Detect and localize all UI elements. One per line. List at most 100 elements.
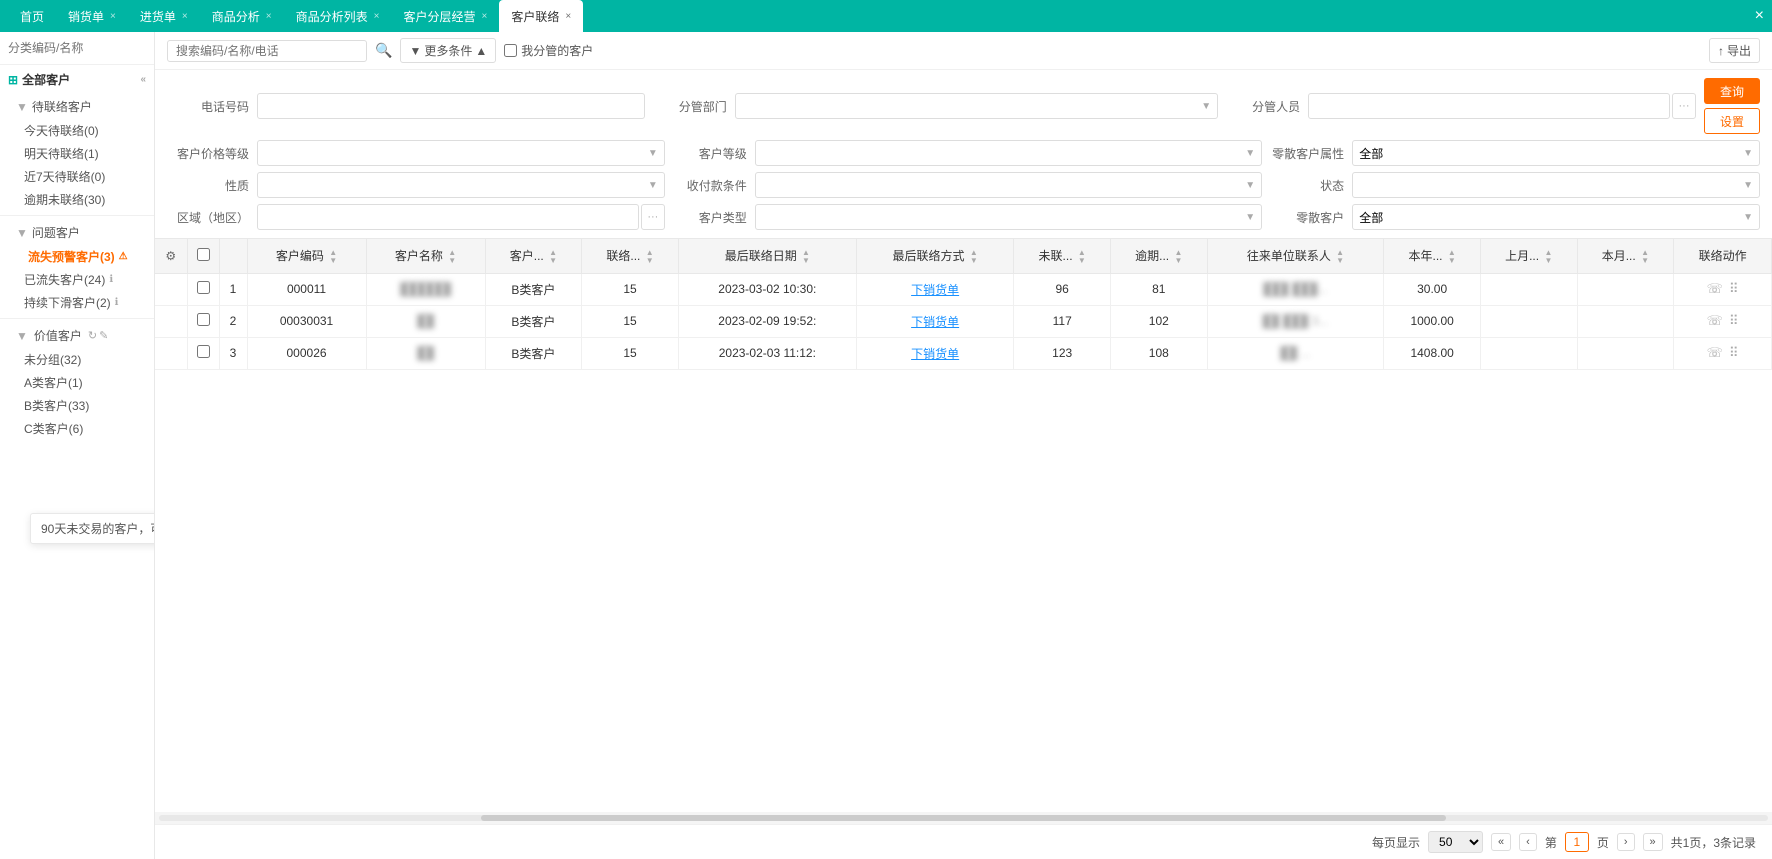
sidebar-search-input[interactable] [8,41,155,55]
sidebar-item-tomorrow[interactable]: 明天待联络(1) [0,142,154,165]
row-last-method-1[interactable]: 下销货单 [856,305,1014,337]
contact-action-icon-2[interactable]: ☏ [1707,345,1723,361]
filter-input-phone[interactable] [257,93,645,119]
more-action-icon-2[interactable]: ⠿ [1729,345,1739,361]
col-code-header[interactable]: 客户编码 ▲▼ [247,239,366,273]
col-this-year-header[interactable]: 本年... ▲▼ [1384,239,1481,273]
last-method-link-1[interactable]: 下销货单 [911,315,959,329]
col-name-header[interactable]: 客户名称 ▲▼ [366,239,485,273]
edit-icon[interactable]: ✎ [99,329,108,342]
tab-customer-tier-close[interactable]: × [481,11,487,22]
export-icon: ↑ [1718,44,1724,58]
tab-purchase-close[interactable]: × [182,11,188,22]
filter-select-customer-type[interactable]: ▼ [755,204,1262,230]
contact-action-icon-1[interactable]: ☏ [1707,313,1723,329]
filter-select-dept[interactable]: ▼ [735,93,1218,119]
region-more-btn[interactable]: ··· [641,204,665,230]
col-checkbox[interactable] [187,239,219,273]
col-last-month-header[interactable]: 上月... ▲▼ [1480,239,1577,273]
filter-select-price-tier[interactable]: ▼ [257,140,665,166]
tab-home[interactable]: 首页 [8,0,56,32]
query-btn[interactable]: 查询 [1704,78,1760,104]
row-check-0[interactable] [197,281,210,294]
contact-action-icon-0[interactable]: ☏ [1707,281,1723,297]
filter-select-region[interactable] [257,204,639,230]
my-customers-checkbox[interactable] [504,44,517,57]
row-last-method-2[interactable]: 下销货单 [856,337,1014,369]
scrollbar-thumb[interactable] [481,815,1446,821]
close-all-btn[interactable]: × [1755,7,1764,25]
sidebar-group-problem[interactable]: ▼ 问题客户 [0,220,154,245]
sparse-attr-value: 全部 [1359,145,1383,162]
filter-select-sparse-attr[interactable]: 全部 ▼ [1352,140,1760,166]
sidebar-item-unsorted[interactable]: 未分组(32) [0,348,154,371]
sidebar-collapse-btn[interactable]: « [140,74,146,85]
sidebar-group-value[interactable]: ▼ 价值客户 ↻ ✎ [0,323,154,348]
horizontal-scrollbar[interactable] [155,812,1772,824]
sidebar-item-lost[interactable]: 已流失客户(24) ℹ [0,268,154,291]
sidebar-item-7days[interactable]: 近7天待联络(0) [0,165,154,188]
col-contact-header[interactable]: 联络... ▲▼ [582,239,679,273]
more-action-icon-0[interactable]: ⠿ [1729,281,1739,297]
col-uncontact-header[interactable]: 未联... ▲▼ [1014,239,1111,273]
sidebar-item-today[interactable]: 今天待联络(0) [0,119,154,142]
row-check-1[interactable] [197,313,210,326]
sidebar-item-overdue[interactable]: 逾期未联络(30) [0,188,154,211]
per-page-select[interactable]: 50 100 200 [1428,831,1483,853]
last-page-btn[interactable]: » [1643,833,1663,851]
sidebar-item-b-class[interactable]: B类客户(33) [0,394,154,417]
tab-analysis-list[interactable]: 商品分析列表 × [284,0,392,32]
sidebar-item-decline[interactable]: 持续下滑客户(2) ℹ [0,291,154,314]
filter-select-sparse-customer[interactable]: 全部 ▼ [1352,204,1760,230]
all-customers-header[interactable]: ⊞ 全部客户 « [0,65,154,94]
search-input[interactable] [167,40,367,62]
tab-analysis-list-close[interactable]: × [374,11,380,22]
col-settings[interactable]: ⚙ [155,239,187,273]
select-all-checkbox[interactable] [197,248,210,261]
last-method-link-0[interactable]: 下销货单 [911,283,959,297]
gear-icon[interactable]: ⚙ [165,249,176,263]
last-method-link-2[interactable]: 下销货单 [911,347,959,361]
export-btn[interactable]: ↑ 导出 [1709,38,1760,63]
tab-customer-tier[interactable]: 客户分层经营 × [391,0,499,32]
filter-select-nature[interactable]: ▼ [257,172,665,198]
col-unit-contact-header[interactable]: 往来单位联系人 ▲▼ [1207,239,1384,273]
col-this-month-header[interactable]: 本月... ▲▼ [1577,239,1674,273]
tab-sales-close[interactable]: × [110,11,116,22]
sidebar-item-a-class[interactable]: A类客户(1) [0,371,154,394]
filter-select-status[interactable]: ▼ [1352,172,1760,198]
col-overdue-header[interactable]: 逾期... ▲▼ [1110,239,1207,273]
col-last-date-header[interactable]: 最后联络日期 ▲▼ [678,239,856,273]
first-page-btn[interactable]: « [1491,833,1511,851]
row-checkbox-2[interactable] [187,337,219,369]
tab-purchase[interactable]: 进货单 × [128,0,200,32]
row-check-2[interactable] [197,345,210,358]
tab-analysis-close[interactable]: × [266,11,272,22]
col-type-header[interactable]: 客户... ▲▼ [485,239,582,273]
tab-customer-contact[interactable]: 客户联络 × [499,0,583,32]
col-index [219,239,247,273]
sidebar-item-lost-warning[interactable]: 流失预警客户(3) ⚠ [0,245,154,268]
row-last-method-0[interactable]: 下销货单 [856,273,1014,305]
search-btn[interactable]: 🔍 [375,42,392,59]
manager-more-btn[interactable]: ··· [1672,93,1696,119]
prev-page-btn[interactable]: ‹ [1519,833,1537,851]
tab-analysis[interactable]: 商品分析 × [200,0,284,32]
more-action-icon-1[interactable]: ⠿ [1729,313,1739,329]
row-checkbox-0[interactable] [187,273,219,305]
row-checkbox-1[interactable] [187,305,219,337]
filter-select-manager[interactable] [1308,93,1670,119]
col-last-method-header[interactable]: 最后联络方式 ▲▼ [856,239,1014,273]
tab-sales[interactable]: 销货单 × [56,0,128,32]
next-page-btn[interactable]: › [1617,833,1635,851]
row-last-month-2 [1480,337,1577,369]
setting-btn[interactable]: 设置 [1704,108,1760,134]
more-conditions-btn[interactable]: ▼ 更多条件 ▲ [400,38,496,63]
sidebar-group-pending-contact[interactable]: ▼ 待联络客户 [0,94,154,119]
filter-select-customer-tier[interactable]: ▼ [755,140,1262,166]
tab-customer-contact-close[interactable]: × [565,11,571,22]
refresh-icon[interactable]: ↻ [88,329,97,342]
sidebar-item-c-class[interactable]: C类客户(6) [0,417,154,440]
filter-select-payment[interactable]: ▼ [755,172,1262,198]
my-customers-checkbox-label[interactable]: 我分管的客户 [504,42,593,59]
